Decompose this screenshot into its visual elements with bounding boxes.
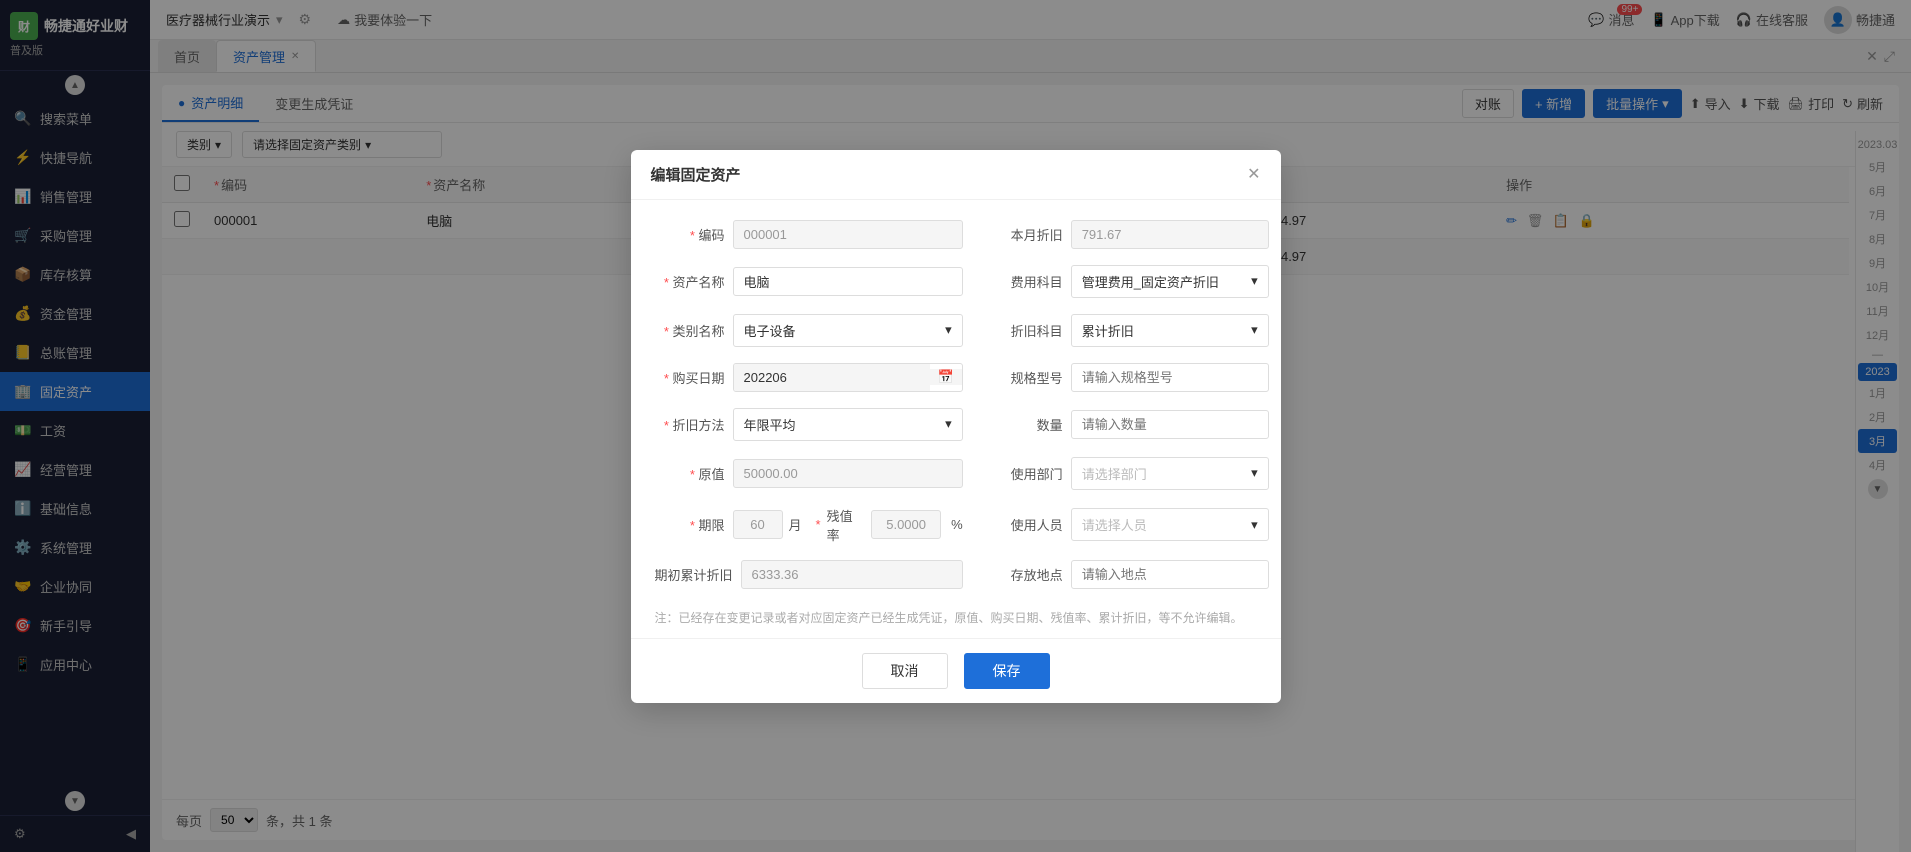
category-dropdown-icon: ▾ — [945, 322, 952, 338]
storage-field: 存放地点 — [993, 560, 1269, 589]
dep-subject-label: 折旧科目 — [993, 321, 1063, 340]
category-label-text: 类别名称 — [672, 324, 724, 339]
category-name-field: * 类别名称 电子设备 ▾ — [655, 314, 963, 347]
user-field: 使用人员 请选择人员 ▾ — [993, 506, 1269, 544]
asset-name-field: * 资产名称 — [655, 265, 963, 298]
code-input[interactable] — [733, 220, 963, 249]
category-select[interactable]: 电子设备 ▾ — [733, 314, 963, 347]
dept-field: 使用部门 请选择部门 ▾ — [993, 457, 1269, 490]
category-label: * 类别名称 — [655, 321, 725, 340]
spec-model-label: 规格型号 — [993, 368, 1063, 387]
dep-method-value: 年限平均 — [744, 415, 796, 434]
asset-name-label: * 资产名称 — [655, 272, 725, 291]
dep-subject-value: 累计折旧 — [1082, 321, 1134, 340]
period-input[interactable] — [733, 510, 783, 539]
dep-subject-field: 折旧科目 累计折旧 ▾ — [993, 314, 1269, 347]
dep-subject-dropdown-icon: ▾ — [1251, 322, 1258, 338]
dept-dropdown-icon: ▾ — [1251, 465, 1258, 481]
original-value-field: * 原值 — [655, 457, 963, 490]
code-label: * 编码 — [655, 225, 725, 244]
dept-select[interactable]: 请选择部门 ▾ — [1071, 457, 1269, 490]
save-button[interactable]: 保存 — [964, 653, 1050, 689]
period-residual-field: * 期限 月 * 残值率 % — [655, 506, 963, 544]
original-value-label-text: 原值 — [698, 467, 724, 482]
init-dep-field: 期初累计折旧 — [655, 560, 963, 589]
period-unit: 月 — [789, 515, 802, 534]
period-label-text: 期限 — [698, 518, 724, 533]
calendar-icon[interactable]: 📅 — [930, 369, 962, 385]
quantity-label: 数量 — [993, 415, 1063, 434]
expense-subject-field: 费用科目 管理费用_固定资产折旧 ▾ — [993, 265, 1269, 298]
cancel-button[interactable]: 取消 — [862, 653, 948, 689]
purchase-date-input-group: 📅 — [733, 363, 963, 392]
monthly-dep-field: 本月折旧 — [993, 220, 1269, 249]
modal-note-text: 注：已经存在变更记录或者对应固定资产已经生成凭证，原值、购买日期、残值率、累计折… — [655, 611, 1243, 625]
user-select[interactable]: 请选择人员 ▾ — [1071, 508, 1269, 541]
category-value: 电子设备 — [744, 321, 796, 340]
asset-name-input[interactable] — [733, 267, 963, 296]
purchase-date-label-text: 购买日期 — [672, 371, 724, 386]
modal-header: 编辑固定资产 ✕ — [631, 150, 1281, 200]
expense-subject-value: 管理费用_固定资产折旧 — [1082, 272, 1219, 291]
original-value-input[interactable] — [733, 459, 963, 488]
storage-input[interactable] — [1071, 560, 1269, 589]
dep-subject-select[interactable]: 累计折旧 ▾ — [1071, 314, 1269, 347]
period-label: * 期限 — [655, 515, 725, 534]
expense-subject-label: 费用科目 — [993, 272, 1063, 291]
quantity-field: 数量 — [993, 408, 1269, 441]
edit-asset-modal: 编辑固定资产 ✕ * 编码 本月折旧 — [631, 150, 1281, 703]
init-dep-label: 期初累计折旧 — [655, 565, 733, 584]
residual-rate-label: 残值率 — [827, 506, 862, 544]
user-placeholder: 请选择人员 — [1082, 515, 1147, 534]
dep-method-field: * 折旧方法 年限平均 ▾ — [655, 408, 963, 441]
quantity-input[interactable] — [1071, 410, 1269, 439]
modal-footer: 取消 保存 — [631, 638, 1281, 703]
dep-method-label-text: 折旧方法 — [672, 418, 724, 433]
monthly-dep-label: 本月折旧 — [993, 225, 1063, 244]
form-grid: * 编码 本月折旧 * 资产名称 — [655, 220, 1257, 589]
user-dropdown-icon: ▾ — [1251, 517, 1258, 533]
residual-rate-unit: % — [951, 517, 963, 532]
dept-label: 使用部门 — [993, 464, 1063, 483]
modal-overlay: 编辑固定资产 ✕ * 编码 本月折旧 — [0, 0, 1911, 852]
modal-note: 注：已经存在变更记录或者对应固定资产已经生成凭证，原值、购买日期、残值率、累计折… — [631, 609, 1281, 638]
purchase-date-label: * 购买日期 — [655, 368, 725, 387]
dep-method-dropdown-icon: ▾ — [945, 416, 952, 432]
expense-subject-dropdown-icon: ▾ — [1251, 273, 1258, 289]
purchase-date-field: * 购买日期 📅 — [655, 363, 963, 392]
modal-title: 编辑固定资产 — [651, 164, 741, 185]
modal-close-button[interactable]: ✕ — [1247, 164, 1260, 184]
expense-subject-select[interactable]: 管理费用_固定资产折旧 ▾ — [1071, 265, 1269, 298]
storage-label: 存放地点 — [993, 565, 1063, 584]
spec-model-input[interactable] — [1071, 363, 1269, 392]
asset-name-label-text: 资产名称 — [672, 275, 724, 290]
original-value-label: * 原值 — [655, 464, 725, 483]
init-dep-input[interactable] — [741, 560, 963, 589]
code-field: * 编码 — [655, 220, 963, 249]
user-label: 使用人员 — [993, 515, 1063, 534]
dep-method-select[interactable]: 年限平均 ▾ — [733, 408, 963, 441]
residual-rate-input[interactable] — [871, 510, 941, 539]
purchase-date-input[interactable] — [734, 364, 930, 391]
monthly-dep-input — [1071, 220, 1269, 249]
spec-model-field: 规格型号 — [993, 363, 1269, 392]
dept-placeholder: 请选择部门 — [1082, 464, 1147, 483]
dep-method-label: * 折旧方法 — [655, 415, 725, 434]
modal-body: * 编码 本月折旧 * 资产名称 — [631, 200, 1281, 609]
period-row: 月 * 残值率 % — [733, 506, 963, 544]
code-label-text: 编码 — [698, 228, 724, 243]
